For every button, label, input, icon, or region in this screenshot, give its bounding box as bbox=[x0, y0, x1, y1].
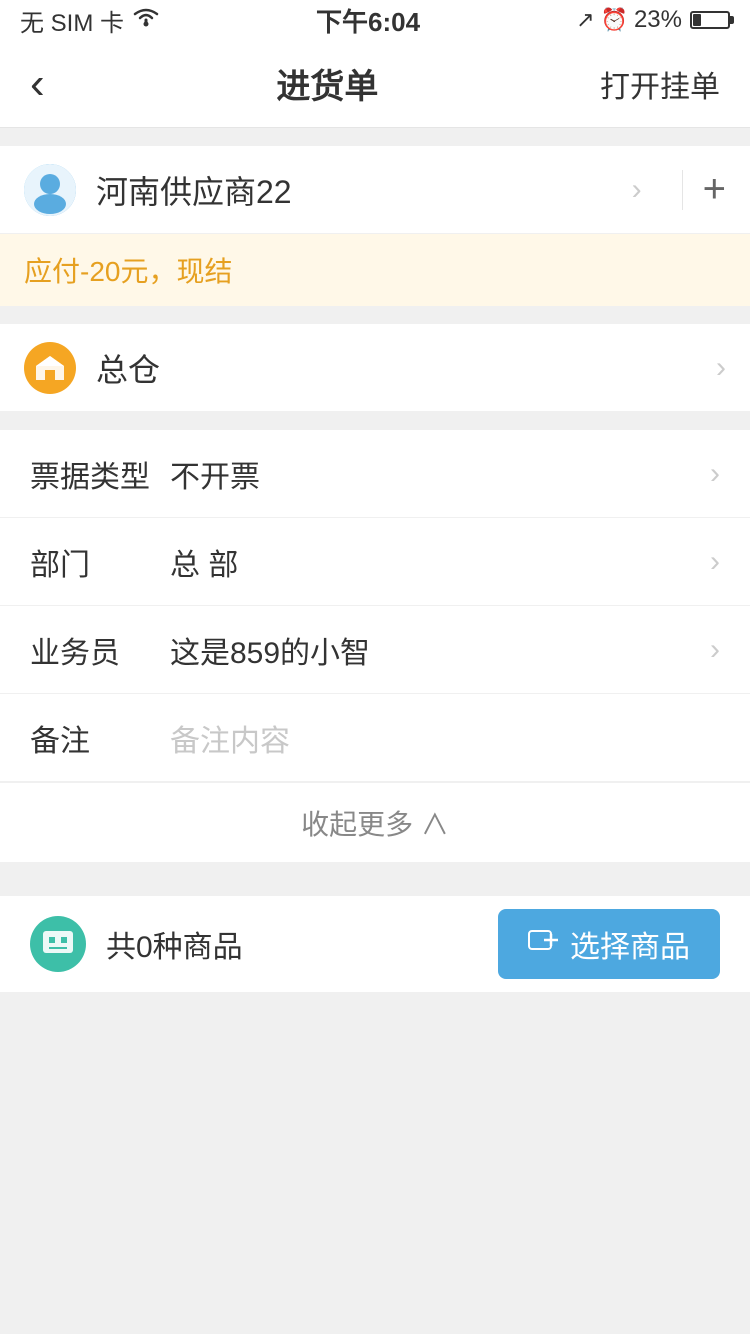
supplier-name: 河南供应商22 bbox=[96, 167, 632, 213]
select-product-label: 选择商品 bbox=[570, 922, 690, 966]
status-bar: 无 SIM 卡 下午6:04 ↗ ⏰ 23% bbox=[0, 0, 750, 40]
add-supplier-button[interactable]: + bbox=[703, 167, 726, 212]
notice-bar: 应付-20元，现结 bbox=[0, 234, 750, 306]
salesperson-label: 业务员 bbox=[30, 628, 170, 672]
nav-bar: ‹ 进货单 打开挂单 bbox=[0, 40, 750, 128]
product-icon bbox=[30, 916, 86, 972]
remark-row[interactable]: 备注 备注内容 bbox=[0, 694, 750, 782]
warehouse-arrow-icon: › bbox=[716, 351, 726, 385]
invoice-type-row[interactable]: 票据类型 不开票 › bbox=[0, 430, 750, 518]
wifi-icon bbox=[132, 6, 160, 34]
remark-label: 备注 bbox=[30, 716, 170, 760]
invoice-type-label: 票据类型 bbox=[30, 452, 170, 496]
department-arrow-icon: › bbox=[710, 545, 720, 579]
section-divider-3 bbox=[0, 412, 750, 430]
salesperson-row[interactable]: 业务员 这是859的小智 › bbox=[0, 606, 750, 694]
bottom-bar: 共0种商品 选择商品 bbox=[0, 896, 750, 992]
form-section: 票据类型 不开票 › 部门 总 部 › 业务员 这是859的小智 › 备注 备注… bbox=[0, 430, 750, 862]
warehouse-icon bbox=[24, 342, 76, 394]
supplier-row[interactable]: 河南供应商22 › + bbox=[0, 146, 750, 234]
page-title: 进货单 bbox=[276, 59, 378, 108]
salesperson-arrow-icon: › bbox=[710, 633, 720, 667]
battery-icon bbox=[690, 11, 730, 29]
back-button[interactable]: ‹ bbox=[20, 49, 55, 119]
section-divider-top bbox=[0, 128, 750, 146]
status-right: ↗ ⏰ 23% bbox=[576, 6, 730, 34]
section-divider-2 bbox=[0, 306, 750, 324]
section-divider-4 bbox=[0, 862, 750, 880]
warehouse-row[interactable]: 总仓 › bbox=[0, 324, 750, 412]
warehouse-name: 总仓 bbox=[96, 345, 716, 391]
location-icon: ↗ bbox=[576, 7, 594, 33]
supplier-section: 河南供应商22 › + 应付-20元，现结 bbox=[0, 146, 750, 306]
supplier-v-divider bbox=[682, 170, 683, 210]
invoice-type-value: 不开票 bbox=[170, 452, 710, 496]
department-value: 总 部 bbox=[170, 540, 710, 584]
salesperson-value: 这是859的小智 bbox=[170, 628, 710, 672]
open-pending-button[interactable]: 打开挂单 bbox=[600, 62, 720, 106]
status-time: 下午6:04 bbox=[316, 2, 420, 39]
product-count-text: 共0种商品 bbox=[106, 922, 498, 966]
battery-text: 23% bbox=[634, 6, 682, 34]
notice-text: 应付-20元，现结 bbox=[24, 256, 232, 287]
collapse-row[interactable]: 收起更多 ∧ bbox=[0, 782, 750, 862]
invoice-type-arrow-icon: › bbox=[710, 457, 720, 491]
department-label: 部门 bbox=[30, 540, 170, 584]
remark-placeholder[interactable]: 备注内容 bbox=[170, 716, 720, 760]
select-product-button[interactable]: 选择商品 bbox=[498, 909, 720, 979]
carrier-text: 无 SIM 卡 bbox=[20, 3, 124, 38]
department-row[interactable]: 部门 总 部 › bbox=[0, 518, 750, 606]
supplier-arrow-icon: › bbox=[632, 173, 642, 207]
supplier-avatar bbox=[24, 164, 76, 216]
collapse-label: 收起更多 ∧ bbox=[301, 803, 449, 843]
alarm-icon: ⏰ bbox=[601, 7, 628, 33]
status-left: 无 SIM 卡 bbox=[20, 3, 160, 38]
